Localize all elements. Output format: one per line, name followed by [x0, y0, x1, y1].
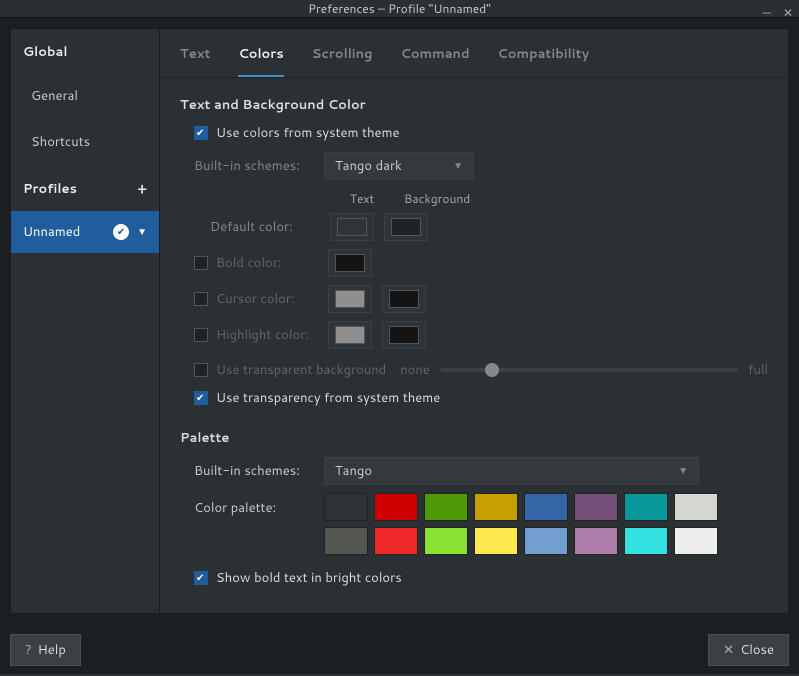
sidebar-item-general[interactable]: General	[11, 73, 159, 119]
sidebar-profile-unnamed[interactable]: Unnamed ▼	[11, 211, 159, 253]
titlebar: Preferences – Profile "Unnamed" — ✕	[0, 0, 799, 18]
section-text-bg-title: Text and Background Color	[180, 96, 768, 114]
builtin-scheme-value: Tango dark	[335, 157, 402, 175]
highlight-color-checkbox[interactable]	[194, 328, 208, 342]
sidebar-profiles-label: Profiles	[23, 180, 77, 198]
close-icon[interactable]: ✕	[783, 4, 793, 21]
palette-color-15[interactable]	[674, 527, 718, 555]
show-bold-bright-label: Show bold text in bright colors	[216, 569, 402, 587]
palette-color-4[interactable]	[524, 493, 568, 521]
slider-max-label: full	[748, 361, 768, 379]
palette-color-8[interactable]	[324, 527, 368, 555]
close-button-label: Close	[740, 641, 774, 659]
color-palette-label: Color palette:	[194, 493, 324, 517]
close-x-icon: ✕	[723, 641, 734, 659]
default-text-swatch[interactable]	[330, 213, 374, 241]
palette-color-9[interactable]	[374, 527, 418, 555]
sidebar-global-label: Global	[23, 43, 67, 61]
tab-text[interactable]: Text	[180, 45, 210, 77]
palette-color-10[interactable]	[424, 527, 468, 555]
palette-builtin-label: Built-in schemes:	[194, 462, 324, 480]
show-bold-bright-checkbox[interactable]	[194, 571, 208, 585]
highlight-text-swatch[interactable]	[328, 321, 372, 349]
slider-thumb[interactable]	[485, 363, 499, 377]
profile-menu-icon[interactable]: ▼	[137, 225, 147, 239]
check-circle-icon	[113, 224, 129, 240]
default-bg-swatch[interactable]	[384, 213, 428, 241]
cursor-bg-swatch[interactable]	[382, 285, 426, 313]
palette-color-12[interactable]	[524, 527, 568, 555]
col-header-bg: Background	[404, 190, 448, 207]
main-panel: Text Colors Scrolling Command Compatibil…	[160, 28, 789, 614]
cursor-color-label: Cursor color:	[216, 290, 328, 308]
minimize-icon[interactable]: —	[763, 4, 771, 21]
section-palette-title: Palette	[180, 429, 768, 447]
sidebar-profile-label: Unnamed	[23, 223, 80, 241]
tab-command[interactable]: Command	[401, 45, 470, 77]
close-button[interactable]: ✕ Close	[708, 634, 789, 666]
footer: ? Help ✕ Close	[0, 624, 799, 676]
bold-color-label: Bold color:	[216, 254, 328, 272]
tab-scrolling[interactable]: Scrolling	[312, 45, 373, 77]
transparent-bg-label: Use transparent background	[216, 361, 386, 379]
palette-grid	[324, 493, 718, 555]
tabbar: Text Colors Scrolling Command Compatibil…	[160, 29, 788, 78]
builtin-scheme-label: Built-in schemes:	[194, 157, 324, 175]
use-trans-system-checkbox[interactable]	[194, 391, 208, 405]
use-system-colors-label: Use colors from system theme	[216, 124, 400, 142]
col-header-text: Text	[340, 190, 384, 207]
use-trans-system-label: Use transparency from system theme	[216, 389, 440, 407]
sidebar: Global General Shortcuts Profiles + Unna…	[10, 28, 160, 614]
tab-compatibility[interactable]: Compatibility	[498, 45, 590, 77]
palette-color-7[interactable]	[674, 493, 718, 521]
palette-color-5[interactable]	[574, 493, 618, 521]
content: Text and Background Color Use colors fro…	[160, 78, 788, 613]
builtin-scheme-select[interactable]: Tango dark ▼	[324, 152, 474, 180]
body: Global General Shortcuts Profiles + Unna…	[0, 18, 799, 624]
slider-min-label: none	[400, 361, 430, 379]
palette-color-13[interactable]	[574, 527, 618, 555]
help-icon: ?	[25, 641, 32, 659]
window-controls: — ✕	[763, 4, 793, 21]
sidebar-global-header: Global	[11, 29, 159, 73]
sidebar-item-shortcuts[interactable]: Shortcuts	[11, 119, 159, 165]
use-system-colors-checkbox[interactable]	[194, 126, 208, 140]
palette-color-1[interactable]	[374, 493, 418, 521]
chevron-down-icon: ▼	[678, 464, 688, 478]
palette-color-14[interactable]	[624, 527, 668, 555]
bold-text-swatch[interactable]	[328, 249, 372, 277]
highlight-bg-swatch[interactable]	[382, 321, 426, 349]
chevron-down-icon: ▼	[453, 159, 463, 173]
preferences-window: Preferences – Profile "Unnamed" — ✕ Glob…	[0, 0, 799, 674]
sidebar-profiles-header: Profiles +	[11, 165, 159, 211]
cursor-text-swatch[interactable]	[328, 285, 372, 313]
palette-color-6[interactable]	[624, 493, 668, 521]
window-title: Preferences – Profile "Unnamed"	[308, 0, 491, 17]
tab-colors[interactable]: Colors	[238, 45, 283, 77]
help-button-label: Help	[38, 641, 66, 659]
palette-builtin-value: Tango	[335, 462, 372, 480]
default-color-label: Default color:	[180, 218, 330, 236]
cursor-color-checkbox[interactable]	[194, 292, 208, 306]
help-button[interactable]: ? Help	[10, 634, 81, 666]
highlight-color-label: Highlight color:	[216, 326, 328, 344]
palette-color-2[interactable]	[424, 493, 468, 521]
bold-color-checkbox[interactable]	[194, 256, 208, 270]
palette-builtin-select[interactable]: Tango ▼	[324, 457, 699, 485]
palette-color-0[interactable]	[324, 493, 368, 521]
transparency-slider[interactable]	[440, 368, 738, 372]
add-profile-icon[interactable]: +	[137, 179, 147, 199]
palette-color-11[interactable]	[474, 527, 518, 555]
transparent-bg-checkbox[interactable]	[194, 363, 208, 377]
palette-color-3[interactable]	[474, 493, 518, 521]
